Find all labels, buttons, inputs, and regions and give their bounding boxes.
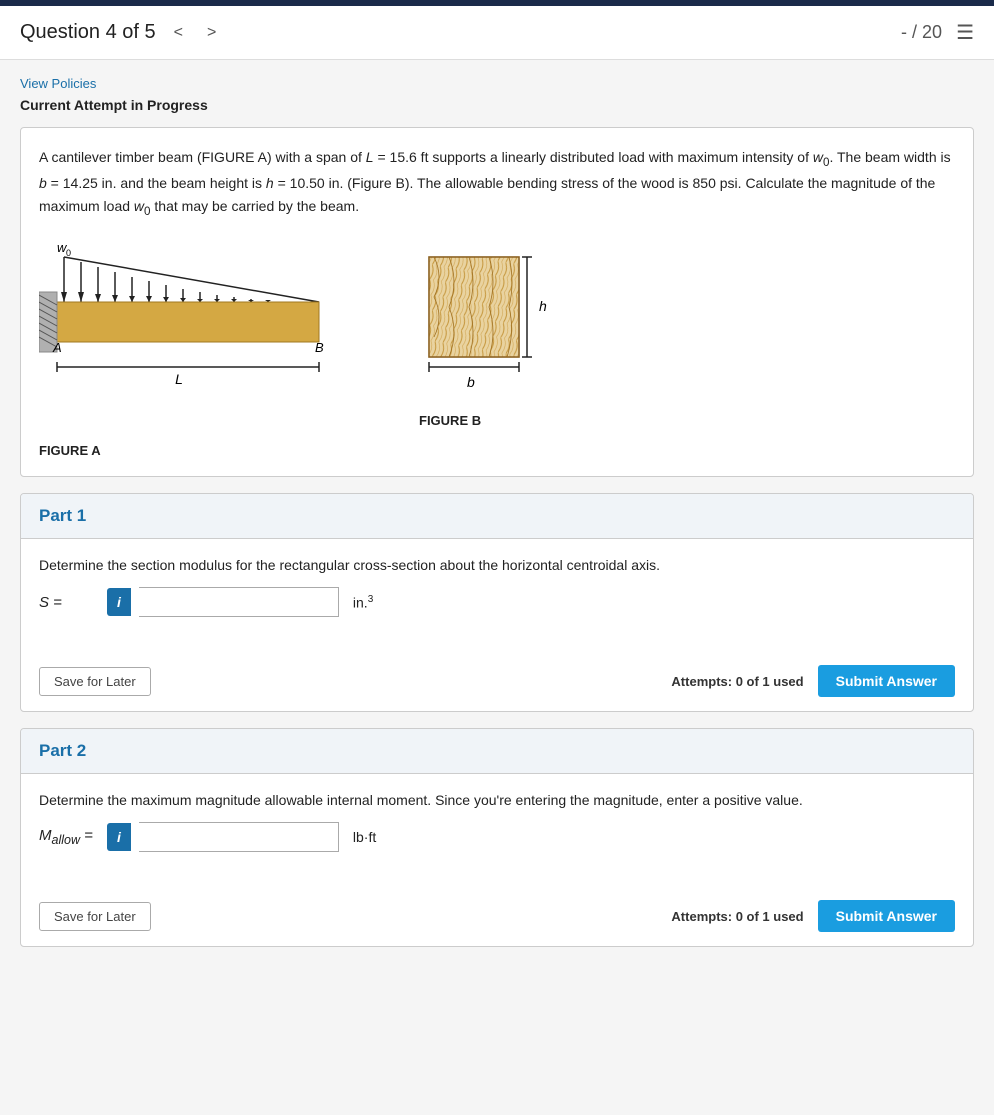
part2-header: Part 2 xyxy=(21,729,973,774)
part2-save-later-button[interactable]: Save for Later xyxy=(39,902,151,931)
part1-header: Part 1 xyxy=(21,494,973,539)
part2-submit-button[interactable]: Submit Answer xyxy=(818,900,955,932)
part1-footer: Save for Later Attempts: 0 of 1 used Sub… xyxy=(21,655,973,711)
figures-container: w 0 xyxy=(39,237,955,458)
part2-title: Part 2 xyxy=(39,741,86,760)
svg-text:A: A xyxy=(52,340,62,355)
svg-text:0: 0 xyxy=(66,248,71,258)
figure-a: w 0 xyxy=(39,237,359,458)
figure-a-svg: w 0 xyxy=(39,237,359,437)
part1-section: Part 1 Determine the section modulus for… xyxy=(20,493,974,712)
part1-question: Determine the section modulus for the re… xyxy=(39,557,955,573)
score-display: - / 20 xyxy=(901,22,942,43)
part1-title: Part 1 xyxy=(39,506,86,525)
next-question-button[interactable]: > xyxy=(201,22,222,44)
part2-input-row: Mallow = i lb·ft xyxy=(39,822,955,852)
part1-answer-input[interactable] xyxy=(139,587,339,617)
header-left: Question 4 of 5 < > xyxy=(20,21,222,44)
part1-save-later-button[interactable]: Save for Later xyxy=(39,667,151,696)
part1-unit: in.3 xyxy=(353,594,373,611)
header-right: - / 20 ☰ xyxy=(901,20,974,45)
figure-b: h b FIGURE B xyxy=(419,247,579,428)
header: Question 4 of 5 < > - / 20 ☰ xyxy=(0,6,994,60)
question-description: A cantilever timber beam (FIGURE A) with… xyxy=(39,146,955,221)
part2-attempts: Attempts: 0 of 1 used xyxy=(671,909,803,924)
part1-attempts: Attempts: 0 of 1 used xyxy=(671,674,803,689)
menu-icon[interactable]: ☰ xyxy=(956,20,974,45)
part1-input-row: S = i in.3 xyxy=(39,587,955,617)
svg-text:B: B xyxy=(315,340,324,355)
question-title: Question 4 of 5 xyxy=(20,21,156,44)
part1-body: Determine the section modulus for the re… xyxy=(21,539,973,655)
page-content: View Policies Current Attempt in Progres… xyxy=(0,60,994,979)
part1-equation-label: S = xyxy=(39,594,99,611)
question-box: A cantilever timber beam (FIGURE A) with… xyxy=(20,127,974,477)
svg-text:b: b xyxy=(467,374,475,390)
part2-section: Part 2 Determine the maximum magnitude a… xyxy=(20,728,974,947)
figure-b-svg: h b xyxy=(419,247,579,407)
part2-info-button[interactable]: i xyxy=(107,823,131,851)
part1-info-button[interactable]: i xyxy=(107,588,131,616)
view-policies-link[interactable]: View Policies xyxy=(20,76,974,91)
attempt-status: Current Attempt in Progress xyxy=(20,97,974,113)
svg-text:L: L xyxy=(175,371,183,387)
part2-question: Determine the maximum magnitude allowabl… xyxy=(39,792,955,808)
figure-b-label: FIGURE B xyxy=(419,413,481,428)
part2-answer-input[interactable] xyxy=(139,822,339,852)
figure-a-label: FIGURE A xyxy=(39,443,101,458)
svg-text:h: h xyxy=(539,298,547,314)
part1-submit-button[interactable]: Submit Answer xyxy=(818,665,955,697)
part2-equation-label: Mallow = xyxy=(39,827,99,847)
prev-question-button[interactable]: < xyxy=(168,22,189,44)
part2-footer-right: Attempts: 0 of 1 used Submit Answer xyxy=(671,900,955,932)
part1-footer-right: Attempts: 0 of 1 used Submit Answer xyxy=(671,665,955,697)
part2-unit: lb·ft xyxy=(353,829,376,845)
part2-footer: Save for Later Attempts: 0 of 1 used Sub… xyxy=(21,890,973,946)
part2-body: Determine the maximum magnitude allowabl… xyxy=(21,774,973,890)
